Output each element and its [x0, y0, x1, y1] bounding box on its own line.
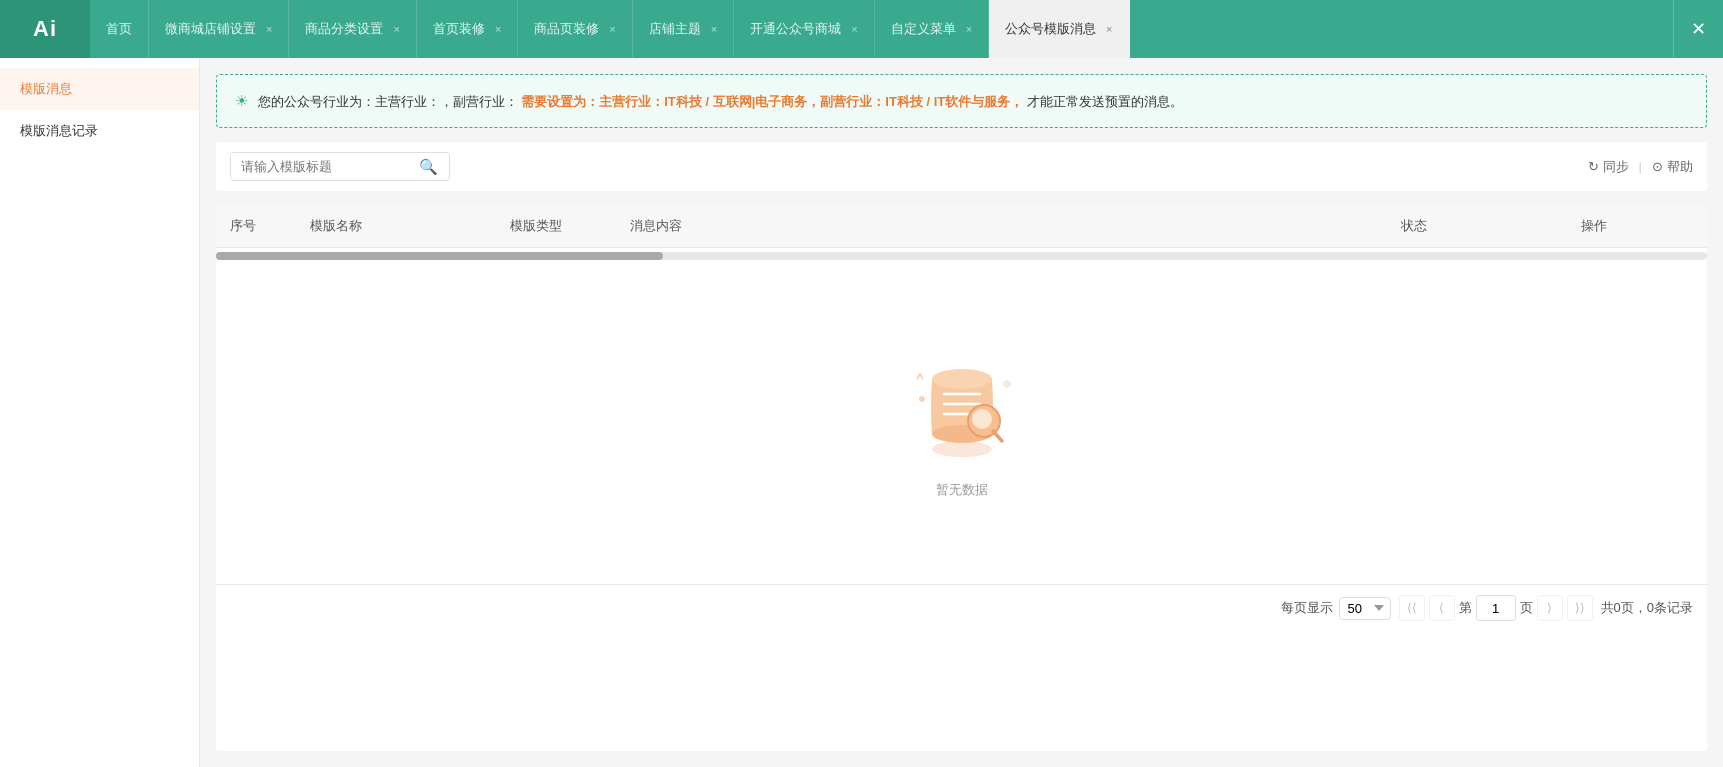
tab-close-icon[interactable]: ×: [851, 23, 857, 35]
th-type: 模版类型: [496, 205, 616, 247]
th-content: 消息内容: [616, 205, 1387, 247]
svg-point-10: [1003, 380, 1011, 388]
page-unit: 页: [1520, 599, 1533, 617]
prev-page-button[interactable]: ⟨: [1429, 595, 1455, 621]
last-page-button[interactable]: ⟩⟩: [1567, 595, 1593, 621]
nav-tab-open-mall[interactable]: 开通公众号商城×: [734, 0, 874, 58]
per-page-selector: 每页显示 102050100: [1281, 597, 1391, 620]
table-body: 暂无数据: [216, 264, 1707, 584]
th-name: 模版名称: [296, 205, 496, 247]
banner-suffix: 才能正常发送预置的消息。: [1027, 94, 1183, 109]
tab-close-icon[interactable]: ×: [609, 23, 615, 35]
divider: |: [1639, 159, 1642, 174]
nav-tab-home-decor[interactable]: 首页装修×: [417, 0, 518, 58]
toolbar-right: ↻ 同步 | ⊙ 帮助: [1588, 158, 1693, 176]
app-logo: Ai: [0, 0, 90, 58]
first-page-icon: ⟨⟨: [1407, 601, 1417, 615]
tab-close-icon[interactable]: ×: [711, 23, 717, 35]
total-label: 共0页，0条记录: [1601, 599, 1693, 617]
help-button[interactable]: ⊙ 帮助: [1652, 158, 1693, 176]
help-icon: ⊙: [1652, 159, 1663, 174]
nav-tab-home[interactable]: 首页: [90, 0, 149, 58]
sidebar-item-template-record[interactable]: 模版消息记录: [0, 110, 199, 152]
svg-point-0: [932, 441, 992, 457]
banner-highlight: 需要设置为：主营行业：IT科技 / 互联网|电子商务，副营行业：IT科技 / I…: [521, 94, 1023, 109]
nav-tab-store-settings[interactable]: 微商城店铺设置×: [149, 0, 289, 58]
nav-tab-product-decor[interactable]: 商品页装修×: [518, 0, 632, 58]
per-page-label: 每页显示: [1281, 599, 1333, 617]
sidebar-item-template-msg[interactable]: 模版消息: [0, 68, 199, 110]
toolbar: 🔍 ↻ 同步 | ⊙ 帮助: [216, 142, 1707, 191]
global-close-button[interactable]: ✕: [1673, 0, 1723, 58]
nav-tabs: 首页微商城店铺设置×商品分类设置×首页装修×商品页装修×店铺主题×开通公众号商城…: [90, 0, 1673, 58]
search-button[interactable]: 🔍: [411, 154, 446, 180]
info-banner: ☀ 您的公众号行业为：主营行业：，副营行业： 需要设置为：主营行业：IT科技 /…: [216, 74, 1707, 128]
svg-point-7: [972, 409, 992, 429]
banner-prefix: 您的公众号行业为：主营行业：，副营行业：: [258, 94, 518, 109]
horizontal-scrollbar[interactable]: [216, 252, 1707, 260]
next-page-button[interactable]: ⟩: [1537, 595, 1563, 621]
next-page-icon: ⟩: [1547, 601, 1552, 615]
search-input[interactable]: [231, 153, 411, 180]
sync-icon: ↻: [1588, 159, 1599, 174]
page-nav: ⟨⟨ ⟨ 第 页 ⟩ ⟩⟩: [1399, 595, 1593, 621]
nav-tab-custom-menu[interactable]: 自定义菜单×: [875, 0, 989, 58]
search-box[interactable]: 🔍: [230, 152, 450, 181]
last-page-icon: ⟩⟩: [1575, 601, 1585, 615]
table-header: 序号模版名称模版类型消息内容状态操作: [216, 205, 1707, 248]
content-area: ☀ 您的公众号行业为：主营行业：，副营行业： 需要设置为：主营行业：IT科技 /…: [200, 58, 1723, 767]
empty-illustration: [902, 349, 1022, 469]
top-nav: Ai 首页微商城店铺设置×商品分类设置×首页装修×商品页装修×店铺主题×开通公众…: [0, 0, 1723, 58]
nav-tab-category-settings[interactable]: 商品分类设置×: [289, 0, 416, 58]
nav-tab-template-msg[interactable]: 公众号模版消息×: [989, 0, 1129, 58]
pagination-bar: 每页显示 102050100 ⟨⟨ ⟨ 第 页 ⟩: [216, 584, 1707, 631]
tab-close-icon[interactable]: ×: [393, 23, 399, 35]
svg-line-8: [993, 431, 1002, 441]
per-page-select[interactable]: 102050100: [1339, 597, 1391, 620]
help-label: 帮助: [1667, 158, 1693, 176]
prev-page-icon: ⟨: [1439, 601, 1444, 615]
tab-close-icon[interactable]: ×: [966, 23, 972, 35]
empty-text: 暂无数据: [936, 481, 988, 499]
tab-close-icon[interactable]: ×: [1106, 23, 1112, 35]
page-number-input[interactable]: [1476, 595, 1516, 621]
sidebar: 模版消息模版消息记录: [0, 58, 200, 767]
th-action: 操作: [1567, 205, 1707, 247]
svg-point-1: [932, 369, 992, 389]
table-container: 序号模版名称模版类型消息内容状态操作: [216, 205, 1707, 751]
th-status: 状态: [1387, 205, 1567, 247]
nav-tab-store-theme[interactable]: 店铺主题×: [633, 0, 734, 58]
svg-point-9: [919, 396, 925, 402]
scrollbar-thumb: [216, 252, 663, 260]
page-label: 第: [1459, 599, 1472, 617]
empty-state: 暂无数据: [902, 309, 1022, 539]
tab-close-icon[interactable]: ×: [266, 23, 272, 35]
main-layout: 模版消息模版消息记录 ☀ 您的公众号行业为：主营行业：，副营行业： 需要设置为：…: [0, 58, 1723, 767]
sync-label: 同步: [1603, 158, 1629, 176]
first-page-button[interactable]: ⟨⟨: [1399, 595, 1425, 621]
th-seq: 序号: [216, 205, 296, 247]
tab-close-icon[interactable]: ×: [495, 23, 501, 35]
bulb-icon: ☀: [235, 92, 248, 109]
sync-button[interactable]: ↻ 同步: [1588, 158, 1629, 176]
